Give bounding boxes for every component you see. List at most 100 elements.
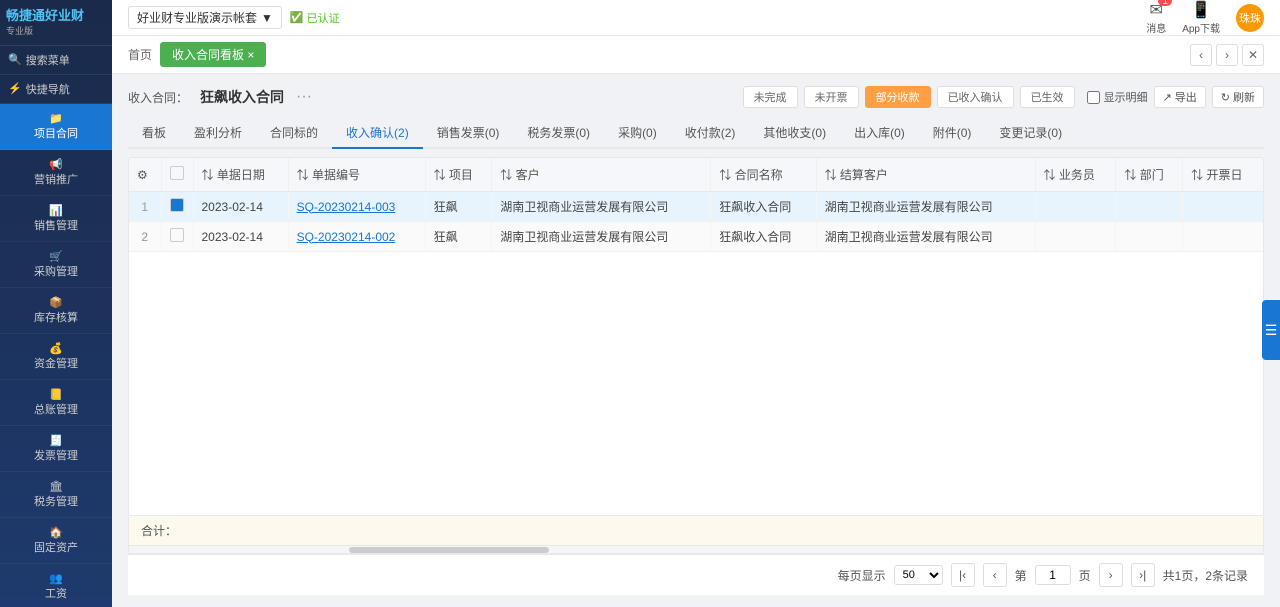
tab-tax-invoice[interactable]: 税务发票(0)	[513, 118, 604, 149]
nav-prev-button[interactable]: ‹	[1190, 44, 1212, 66]
company-name: 好业财专业版演示帐套	[137, 9, 257, 26]
user-avatar[interactable]: 珠珠	[1236, 4, 1264, 32]
export-label: 导出	[1175, 89, 1197, 105]
cell-date-1: 2023-02-14	[193, 192, 288, 222]
tab-payment[interactable]: 收付款(2)	[671, 118, 750, 149]
message-button[interactable]: ✉ 消息 1	[1146, 0, 1166, 35]
topbar-left: 好业财专业版演示帐套 ▼ ✅ 已认证	[128, 6, 340, 29]
tab-revenue-confirm[interactable]: 收入确认(2)	[332, 118, 423, 149]
company-selector[interactable]: 好业财专业版演示帐套 ▼	[128, 6, 282, 29]
export-button[interactable]: ↗ 导出	[1154, 86, 1206, 108]
bill-link-2[interactable]: SQ-20230214-002	[297, 230, 396, 244]
refresh-button[interactable]: ↻ 刷新	[1212, 86, 1264, 108]
breadcrumb-tab[interactable]: 收入合同看板 ×	[160, 42, 266, 67]
sidebar-item-payroll[interactable]: 👥 工资	[0, 564, 112, 607]
col-project[interactable]: ⇅ 项目	[425, 158, 492, 192]
page-first-button[interactable]: |‹	[951, 563, 975, 587]
sidebar-search-label: 搜索菜单	[26, 52, 70, 68]
cell-bill-no-1[interactable]: SQ-20230214-003	[288, 192, 425, 222]
col-dept[interactable]: ⇅ 部门	[1116, 158, 1183, 192]
contract-more-button[interactable]: ···	[296, 88, 312, 106]
table-wrapper: ⚙ ⇅ 单据日期 ⇅ 单据编号	[128, 157, 1264, 554]
breadcrumb-home[interactable]: 首页	[128, 46, 152, 63]
tab-sales-invoice[interactable]: 销售发票(0)	[423, 118, 514, 149]
col-invoice-date[interactable]: ⇅ 开票日	[1183, 158, 1263, 192]
sidebar-item-sales[interactable]: 📊 销售管理	[0, 196, 112, 242]
per-page-label: 每页显示	[838, 567, 886, 584]
row-checkbox-2[interactable]	[161, 222, 193, 252]
checkbox-icon-1[interactable]	[170, 198, 184, 212]
sidebar-item-search[interactable]: 🔍 搜索菜单	[0, 46, 112, 75]
page-number-input[interactable]	[1035, 565, 1071, 585]
nav-next-button[interactable]: ›	[1216, 44, 1238, 66]
cell-bill-no-2[interactable]: SQ-20230214-002	[288, 222, 425, 252]
col-settlement[interactable]: ⇅ 结算客户	[816, 158, 1035, 192]
cell-settlement-1: 湖南卫视商业运营发展有限公司	[816, 192, 1035, 222]
content-area: 收入合同： 狂飙收入合同 ··· 未完成 未开票 部分收款 已收入确认 已生效 …	[112, 74, 1280, 607]
status-btn-partial-payment[interactable]: 部分收款	[865, 86, 931, 108]
col-settings[interactable]: ⚙	[129, 158, 161, 192]
show-detail-checkbox[interactable]: 显示明细	[1087, 89, 1148, 105]
sidebar-item-quick-nav[interactable]: ⚡ 快捷导航	[0, 75, 112, 104]
tab-kanban[interactable]: 看板	[128, 118, 180, 149]
status-btn-confirmed[interactable]: 已收入确认	[937, 86, 1014, 108]
col-bill-no[interactable]: ⇅ 单据编号	[288, 158, 425, 192]
topbar: 好业财专业版演示帐套 ▼ ✅ 已认证 ✉ 消息 1 📱 App下载 珠珠	[112, 0, 1280, 36]
page-next-button[interactable]: ›	[1099, 563, 1123, 587]
settings-icon[interactable]: ⚙	[137, 168, 148, 182]
sidebar-item-finance[interactable]: 💰 资金管理	[0, 334, 112, 380]
tab-other-income[interactable]: 其他收支(0)	[749, 118, 840, 149]
box-icon: 📦	[49, 296, 63, 309]
summary-row: 合计：	[128, 516, 1264, 546]
row-num-2: 2	[129, 222, 161, 252]
sidebar-item-invoice[interactable]: 🧾 发票管理	[0, 426, 112, 472]
checkbox-icon-2[interactable]	[170, 228, 184, 242]
show-detail-input[interactable]	[1087, 91, 1100, 104]
status-btn-incomplete[interactable]: 未完成	[743, 86, 798, 108]
megaphone-icon: 📢	[49, 158, 63, 171]
sidebar-purchase-label: 采购管理	[34, 263, 78, 279]
folder-icon: 📁	[49, 112, 63, 125]
col-salesman[interactable]: ⇅ 业务员	[1035, 158, 1116, 192]
app-download-button[interactable]: 📱 App下载	[1182, 0, 1220, 35]
sidebar-item-tax[interactable]: 🏛 税务管理	[0, 472, 112, 518]
sidebar-item-assets[interactable]: 🏠 固定资产	[0, 518, 112, 564]
logo-sub: 专业版	[6, 24, 106, 37]
contract-label: 收入合同：	[128, 89, 188, 106]
contract-header: 收入合同： 狂飙收入合同 ··· 未完成 未开票 部分收款 已收入确认 已生效 …	[128, 86, 1264, 108]
nav-close-button[interactable]: ✕	[1242, 44, 1264, 66]
tab-change-log[interactable]: 变更记录(0)	[985, 118, 1076, 149]
people-icon: 👥	[49, 572, 63, 585]
col-date[interactable]: ⇅ 单据日期	[193, 158, 288, 192]
sidebar-item-ledger[interactable]: 📒 总账管理	[0, 380, 112, 426]
page-last-button[interactable]: ›|	[1131, 563, 1155, 587]
scroll-thumb[interactable]	[349, 547, 549, 553]
sidebar-item-project-contract[interactable]: 📁 项目合同	[0, 104, 112, 150]
tab-contract-subject[interactable]: 合同标的	[256, 118, 332, 149]
data-table: ⚙ ⇅ 单据日期 ⇅ 单据编号	[128, 157, 1264, 516]
sidebar-item-purchase[interactable]: 🛒 采购管理	[0, 242, 112, 288]
page-size-select[interactable]: 50 20 100	[894, 565, 943, 585]
side-panel-toggle[interactable]: ☰	[1262, 300, 1264, 360]
app-download-label: App下载	[1182, 20, 1220, 35]
bill-link-1[interactable]: SQ-20230214-003	[297, 200, 396, 214]
tab-warehouse[interactable]: 出入库(0)	[840, 118, 919, 149]
summary-label: 合计：	[141, 522, 177, 539]
col-customer[interactable]: ⇅ 客户	[492, 158, 711, 192]
page-prev-button[interactable]: ‹	[983, 563, 1007, 587]
header-checkbox[interactable]	[170, 166, 184, 180]
tab-purchase[interactable]: 采购(0)	[604, 118, 671, 149]
status-btn-uninvoiced[interactable]: 未开票	[804, 86, 859, 108]
row-checkbox-1[interactable]	[161, 192, 193, 222]
tab-profit[interactable]: 盈利分析	[180, 118, 256, 149]
tab-attachments[interactable]: 附件(0)	[919, 118, 986, 149]
status-btn-effective[interactable]: 已生效	[1020, 86, 1075, 108]
sidebar-item-inventory[interactable]: 📦 库存核算	[0, 288, 112, 334]
cell-project-2: 狂飙	[425, 222, 492, 252]
show-detail-label: 显示明细	[1104, 89, 1148, 105]
sidebar-item-marketing[interactable]: 📢 营销推广	[0, 150, 112, 196]
cell-customer-2: 湖南卫视商业运营发展有限公司	[492, 222, 711, 252]
tab-label: 收入合同看板 ×	[172, 46, 254, 63]
scroll-bar[interactable]	[128, 546, 1264, 554]
col-contract[interactable]: ⇅ 合同名称	[711, 158, 816, 192]
